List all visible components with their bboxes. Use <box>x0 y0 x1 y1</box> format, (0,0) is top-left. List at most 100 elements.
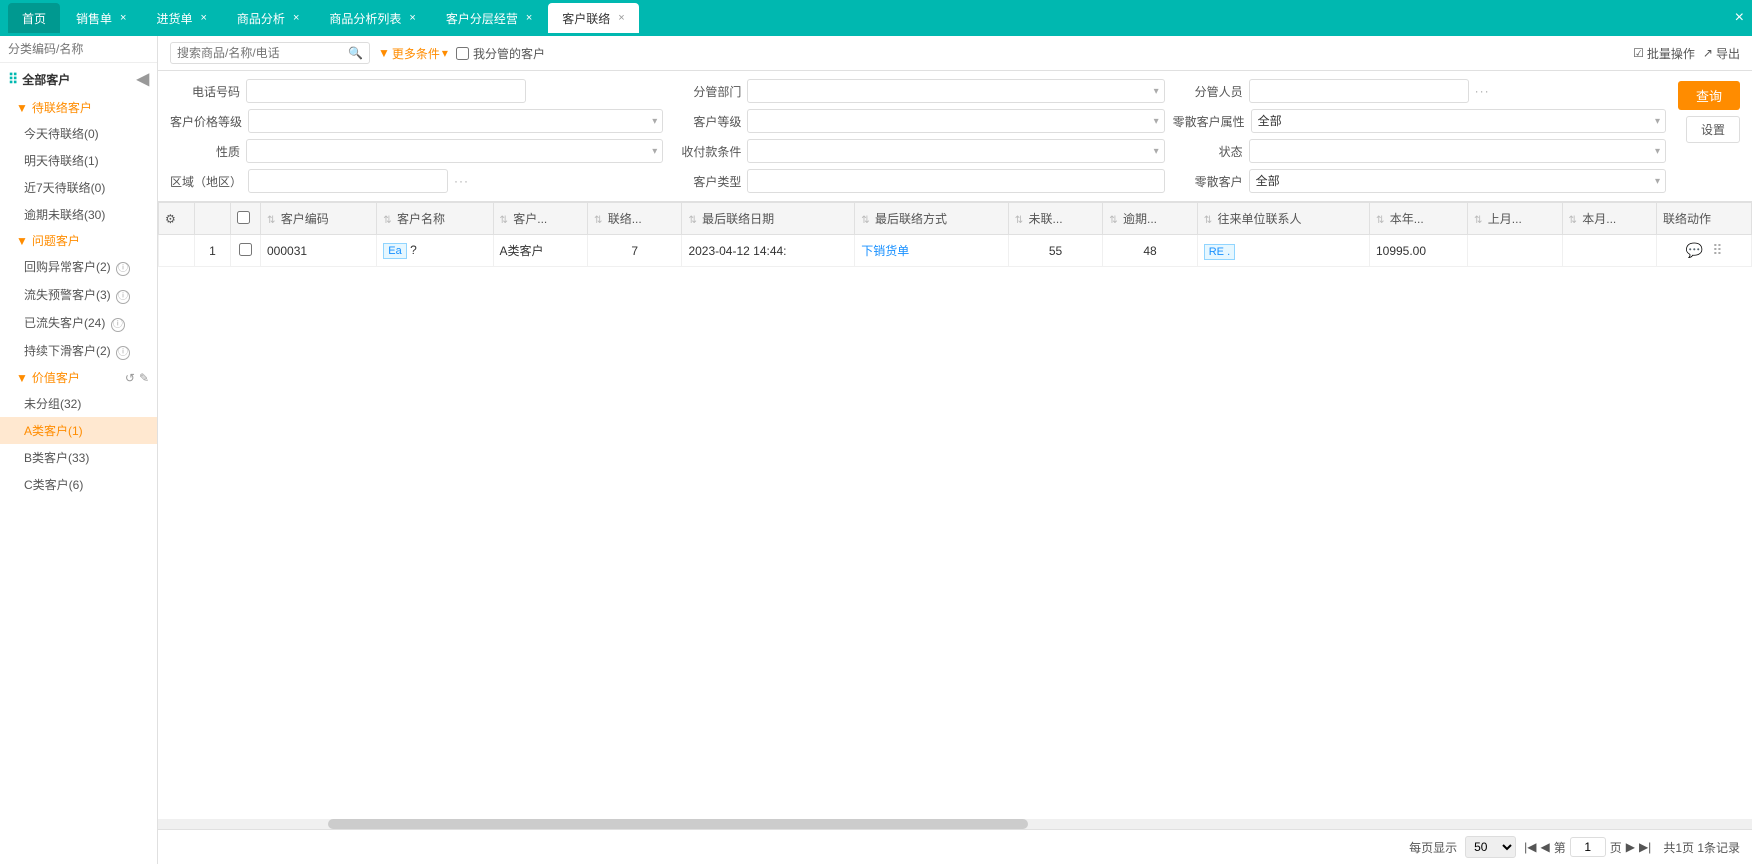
value-label-left: ▼ 价值客户 <box>16 369 80 386</box>
sidebar-search-input[interactable] <box>8 42 158 56</box>
tab-analysis-list[interactable]: 商品分析列表 × <box>315 3 429 33</box>
sidebar-item-lost[interactable]: 已流失客户(24) ⓘ <box>0 309 157 337</box>
tab-customer-tier[interactable]: 客户分层经营 × <box>432 3 546 33</box>
code-sort-icon: ⇅ <box>267 215 275 226</box>
page-input[interactable] <box>1570 837 1606 857</box>
scrollbar-thumb[interactable] <box>328 819 1028 829</box>
row-type-cell: A类客户 <box>493 235 587 267</box>
filter-status-label: 状态 <box>1173 143 1243 160</box>
filter-nature-select[interactable] <box>246 139 663 163</box>
th-code[interactable]: ⇅ 客户编码 <box>261 203 377 235</box>
search-input[interactable] <box>177 46 348 60</box>
row-action-chat-icon[interactable]: 💬 <box>1685 242 1702 258</box>
tab-sales[interactable]: 销售单 × <box>62 3 140 33</box>
th-not-contact[interactable]: ⇅ 未联... <box>1008 203 1102 235</box>
region-dots-icon[interactable]: ··· <box>454 174 469 188</box>
filter-customer-type-input[interactable] <box>747 169 1164 193</box>
filter-person-input[interactable] <box>1249 79 1469 103</box>
filter-retail-attr-wrapper: 全部 ▾ <box>1251 109 1666 133</box>
tab-purchase-label: 进货单 <box>156 10 192 27</box>
th-name-label: 客户名称 <box>397 212 445 226</box>
batch-operate-btn[interactable]: ☑ 批量操作 <box>1633 45 1695 62</box>
export-btn[interactable]: ↗ 导出 <box>1703 45 1740 62</box>
sidebar-item-7days[interactable]: 近7天待联络(0) <box>0 174 157 201</box>
row-checkbox[interactable] <box>239 243 252 256</box>
my-customers-checkbox-area[interactable]: 我分管的客户 <box>456 45 545 62</box>
more-conditions-btn[interactable]: ▼ 更多条件 ▾ <box>378 45 448 62</box>
query-button[interactable]: 查询 <box>1678 81 1740 110</box>
th-this-year[interactable]: ⇅ 本年... <box>1369 203 1467 235</box>
person-dots-icon[interactable]: ··· <box>1475 84 1490 98</box>
close-analysis-icon[interactable]: × <box>293 12 299 24</box>
select-all-checkbox[interactable] <box>237 211 250 224</box>
sidebar-item-declining[interactable]: 持续下滑客户(2) ⓘ <box>0 337 157 365</box>
filter-payment-wrapper: ▾ <box>747 139 1164 163</box>
sidebar-item-loss-warning[interactable]: 流失预警客户(3) ⓘ <box>0 281 157 309</box>
page-next-icon[interactable]: ▶ <box>1626 840 1635 854</box>
row-action-cell: 💬 ⠿ <box>1656 235 1751 267</box>
th-type[interactable]: ⇅ 客户... <box>493 203 587 235</box>
horizontal-scrollbar[interactable] <box>158 819 1752 829</box>
th-this-month[interactable]: ⇅ 本月... <box>1562 203 1656 235</box>
main-layout: 🔍 ⠿ 全部客户 ◀ ▼ 待联络客户 今天待联络(0) 明天待联络(1) 近7天… <box>0 36 1752 864</box>
th-last-contact-date[interactable]: ⇅ 最后联络日期 <box>682 203 855 235</box>
search-icon[interactable]: 🔍 <box>348 46 363 60</box>
filter-retail-attr-select[interactable]: 全部 <box>1251 109 1666 133</box>
table-gear-icon[interactable]: ⚙ <box>165 212 176 226</box>
page-prev-icon[interactable]: ◀ <box>1540 840 1549 854</box>
close-customer-contact-icon[interactable]: × <box>618 12 624 24</box>
name-sort-icon: ⇅ <box>383 215 391 226</box>
tab-analysis[interactable]: 商品分析 × <box>223 3 313 33</box>
sidebar-item-unclassified[interactable]: 未分组(32) <box>0 390 157 417</box>
close-customer-tier-icon[interactable]: × <box>526 12 532 24</box>
close-all-tabs-icon[interactable]: × <box>1735 9 1744 27</box>
page-last-icon[interactable]: ▶| <box>1639 840 1651 854</box>
filter-phone-input[interactable] <box>246 79 526 103</box>
value-customers-group[interactable]: ▼ 价值客户 ↺ ✎ <box>0 365 157 390</box>
th-overdue[interactable]: ⇅ 逾期... <box>1103 203 1197 235</box>
filter-customer-level-select[interactable] <box>747 109 1164 133</box>
close-purchase-icon[interactable]: × <box>200 12 206 24</box>
sidebar-item-b-class[interactable]: B类客户(33) <box>0 444 157 471</box>
page-size-select[interactable]: 50 100 <box>1465 836 1516 858</box>
sidebar-item-overdue[interactable]: 逾期未联络(30) <box>0 201 157 228</box>
th-contact[interactable]: ⇅ 联络... <box>587 203 681 235</box>
row-name-suffix: ? <box>410 243 417 257</box>
sidebar-item-a-class[interactable]: A类客户(1) <box>0 417 157 444</box>
tab-customer-contact[interactable]: 客户联络 × <box>548 3 638 33</box>
settings-button[interactable]: 设置 <box>1686 116 1740 143</box>
my-customers-checkbox[interactable] <box>456 47 469 60</box>
filter-payment-select[interactable] <box>747 139 1164 163</box>
row-action-qr-icon[interactable]: ⠿ <box>1712 242 1722 258</box>
filter-retail-select[interactable]: 全部 <box>1249 169 1666 193</box>
value-refresh-icon[interactable]: ↺ <box>125 371 135 385</box>
tab-purchase[interactable]: 进货单 × <box>142 3 220 33</box>
th-no <box>195 203 231 235</box>
value-edit-icon[interactable]: ✎ <box>139 371 149 385</box>
pending-contact-group[interactable]: ▼ 待联络客户 <box>0 95 157 120</box>
th-prev-unit-contact[interactable]: ⇅ 往来单位联系人 <box>1197 203 1369 235</box>
close-analysis-list-icon[interactable]: × <box>409 12 415 24</box>
filter-price-level-select[interactable] <box>248 109 663 133</box>
content-area: 🔍 ▼ 更多条件 ▾ 我分管的客户 ☑ 批量操作 ↗ 导出 <box>158 36 1752 864</box>
sidebar-item-c-class[interactable]: C类客户(6) <box>0 471 157 498</box>
close-sales-icon[interactable]: × <box>120 12 126 24</box>
sidebar-item-repurchase-anomaly[interactable]: 回购异常客户(2) ⓘ <box>0 253 157 281</box>
problem-customers-group[interactable]: ▼ 问题客户 <box>0 228 157 253</box>
filter-region-input[interactable] <box>248 169 448 193</box>
filter-phone: 电话号码 <box>170 79 663 103</box>
sidebar-item-tomorrow[interactable]: 明天待联络(1) <box>0 147 157 174</box>
th-last-month[interactable]: ⇅ 上月... <box>1468 203 1562 235</box>
all-customers-header[interactable]: ⠿ 全部客户 ◀ <box>0 63 157 95</box>
sidebar-item-today[interactable]: 今天待联络(0) <box>0 120 157 147</box>
filter-price-level: 客户价格等级 ▾ <box>170 109 663 133</box>
filter-dept-select[interactable] <box>747 79 1164 103</box>
th-name[interactable]: ⇅ 客户名称 <box>377 203 493 235</box>
page-first-icon[interactable]: |◀ <box>1524 840 1536 854</box>
tab-home[interactable]: 首页 <box>8 3 60 33</box>
sidebar-item-c-class-label: C类客户(6) <box>24 478 83 492</box>
th-last-contact-way[interactable]: ⇅ 最后联络方式 <box>855 203 1009 235</box>
row-last-contact-way[interactable]: 下销货单 <box>861 244 909 258</box>
filter-status-select[interactable] <box>1249 139 1666 163</box>
sidebar-collapse-icon[interactable]: ◀ <box>137 69 149 89</box>
